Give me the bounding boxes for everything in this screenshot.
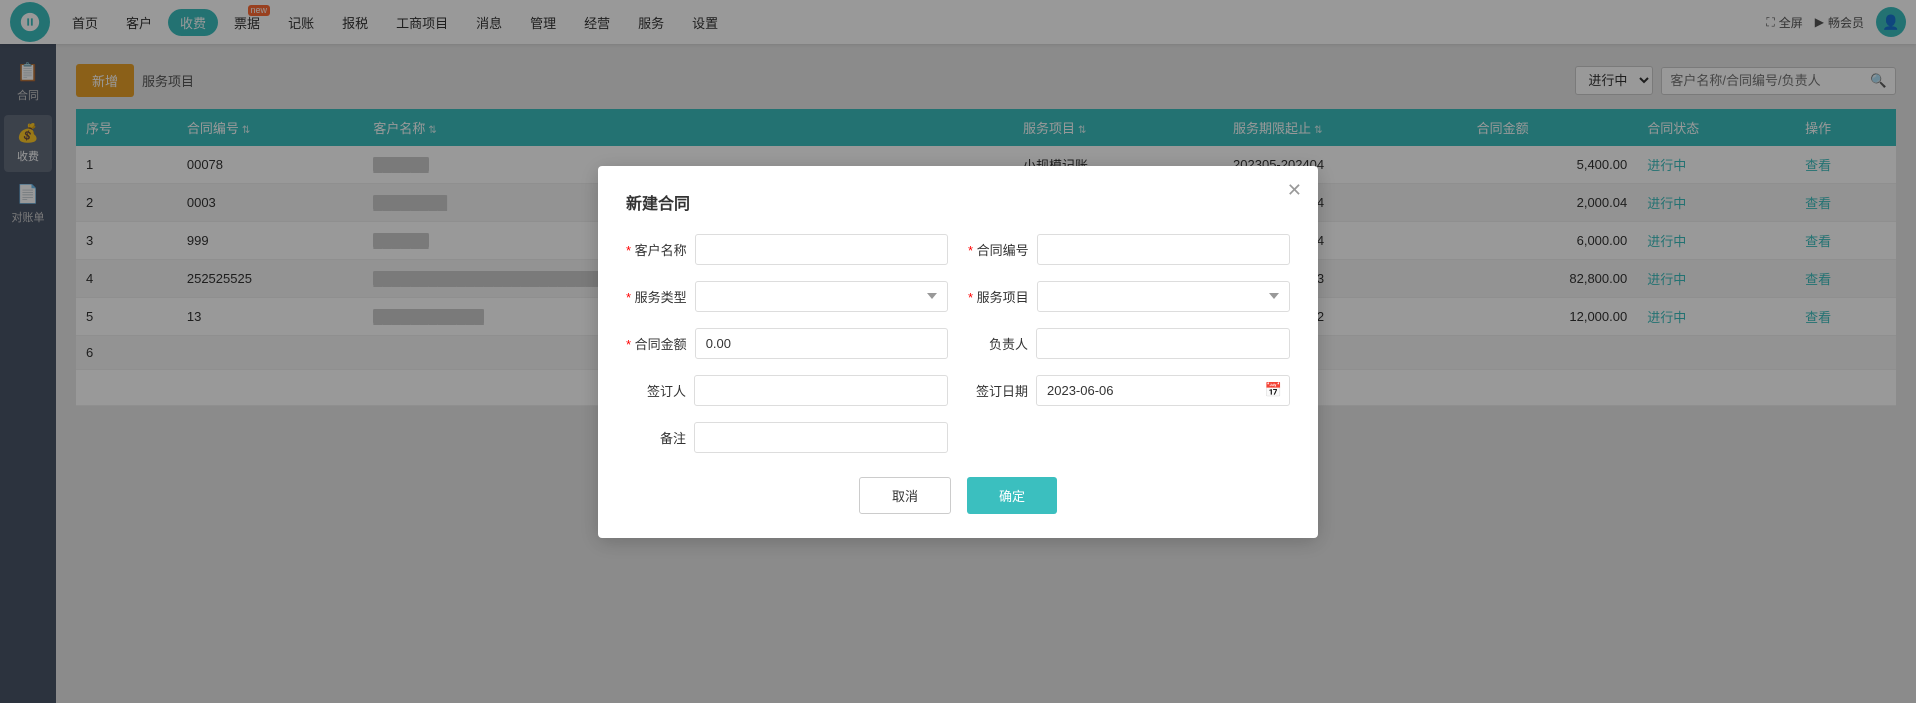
cancel-btn[interactable]: 取消 (859, 477, 951, 514)
contract-no-label: 合同编号 (968, 240, 1029, 259)
form-row-4: 签订人 签订日期 📅 (626, 375, 1290, 406)
amount-label: 合同金额 (626, 334, 687, 353)
service-type-group: 服务类型 (626, 281, 948, 312)
note-label: 备注 (626, 428, 686, 447)
service-item-select[interactable] (1037, 281, 1290, 312)
sign-date-group: 签订日期 📅 (968, 375, 1290, 406)
contract-no-group: 合同编号 (968, 234, 1290, 265)
modal-close-btn[interactable]: ✕ (1287, 180, 1302, 201)
form-row-5: 备注 (626, 422, 1290, 453)
signer-input[interactable] (694, 375, 948, 406)
service-item-group: 服务项目 (968, 281, 1290, 312)
amount-input[interactable] (695, 328, 948, 359)
signer-label: 签订人 (626, 381, 686, 400)
service-item-label: 服务项目 (968, 287, 1029, 306)
calendar-icon[interactable]: 📅 (1265, 382, 1282, 399)
form-row-2: 服务类型 服务项目 (626, 281, 1290, 312)
service-type-label: 服务类型 (626, 287, 687, 306)
contract-no-input[interactable] (1037, 234, 1290, 265)
responsible-input[interactable] (1036, 328, 1290, 359)
note-input[interactable] (694, 422, 948, 453)
amount-group: 合同金额 (626, 328, 948, 359)
customer-name-group: 客户名称 (626, 234, 948, 265)
service-type-select[interactable] (695, 281, 948, 312)
sign-date-label: 签订日期 (968, 381, 1028, 400)
form-row-3: 合同金额 负责人 (626, 328, 1290, 359)
modal-footer: 取消 确定 (626, 477, 1290, 514)
responsible-group: 负责人 (968, 328, 1290, 359)
note-group: 备注 (626, 422, 948, 453)
responsible-label: 负责人 (968, 334, 1028, 353)
customer-name-input[interactable] (695, 234, 948, 265)
modal-overlay: ✕ 新建合同 客户名称 合同编号 服务类型 服务项目 (0, 0, 1916, 703)
new-contract-modal: ✕ 新建合同 客户名称 合同编号 服务类型 服务项目 (598, 166, 1318, 538)
customer-name-label: 客户名称 (626, 240, 687, 259)
sign-date-wrap: 📅 (1036, 375, 1290, 406)
sign-date-input[interactable] (1036, 375, 1290, 406)
form-row-1: 客户名称 合同编号 (626, 234, 1290, 265)
signer-group: 签订人 (626, 375, 948, 406)
modal-title: 新建合同 (626, 190, 1290, 214)
confirm-btn[interactable]: 确定 (967, 477, 1057, 514)
